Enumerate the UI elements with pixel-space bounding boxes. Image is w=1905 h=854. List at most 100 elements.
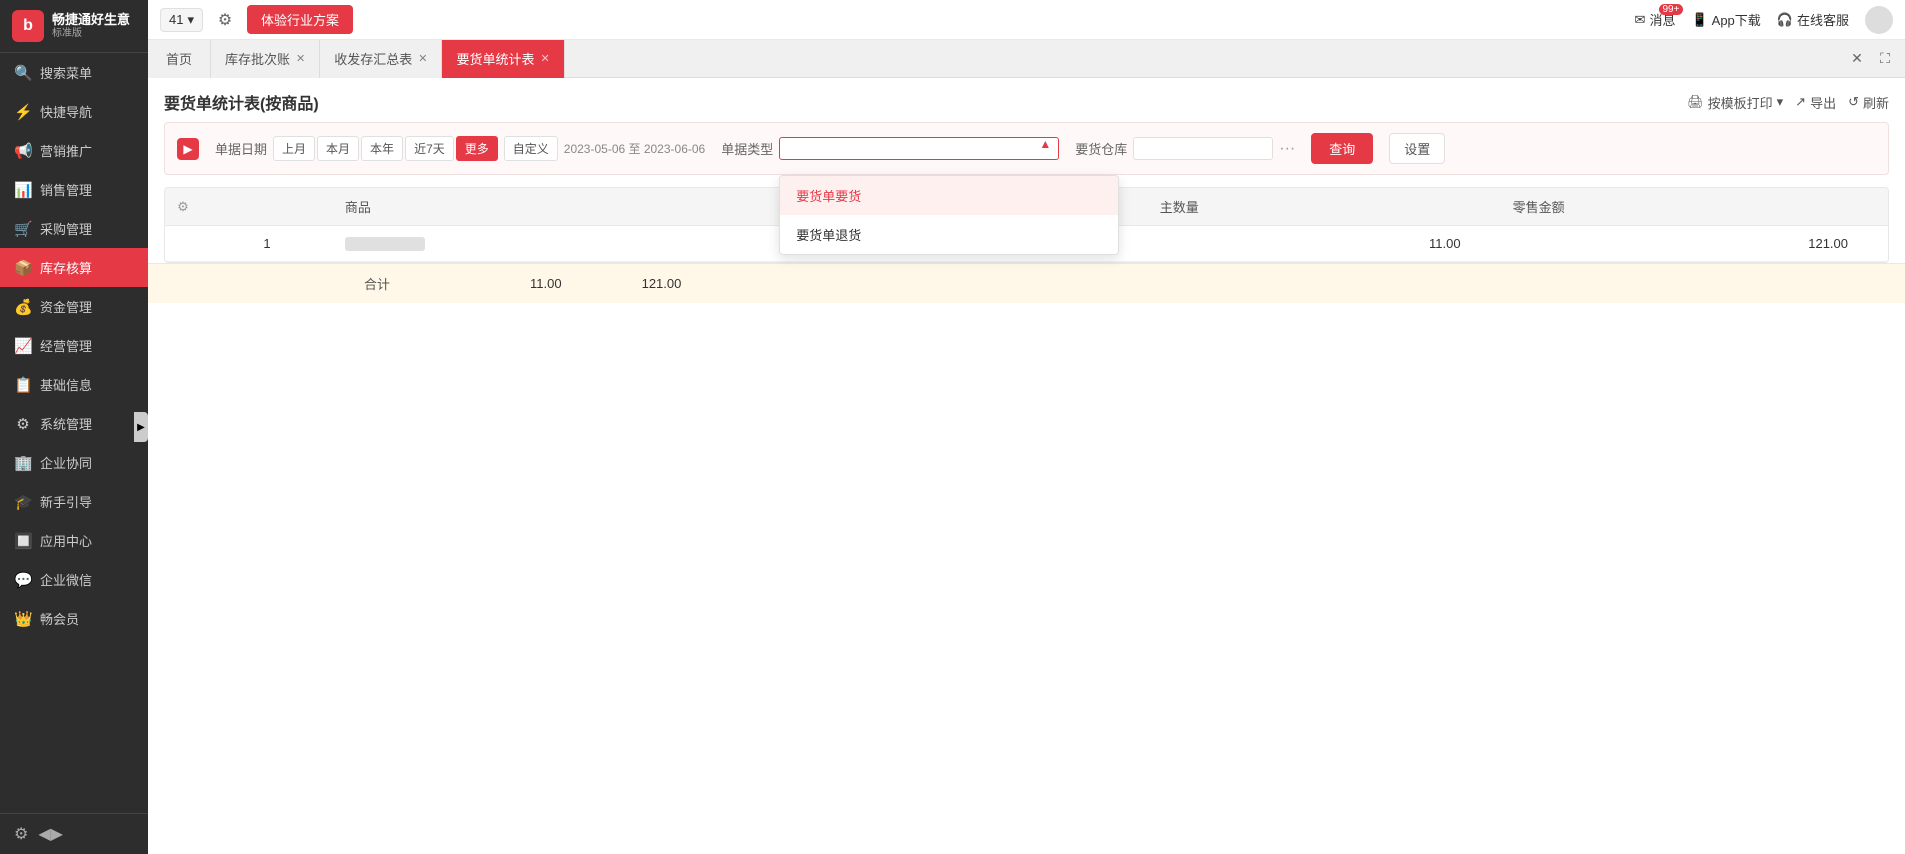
col-gear[interactable]: ⚙ xyxy=(165,188,201,226)
sidebar-item-search[interactable]: 🔍 搜索菜单 xyxy=(0,53,148,92)
sidebar-label-member: 畅会员 xyxy=(40,609,79,628)
app-logo-text: 畅捷通好生意 标准版 xyxy=(52,12,130,40)
refresh-icon: ↺ xyxy=(1848,94,1859,110)
date-filter-label: 单据日期 xyxy=(215,139,267,158)
row-amount-0: 121.00 xyxy=(1501,226,1888,262)
tab-label-home: 首页 xyxy=(166,49,192,68)
sidebar-item-system[interactable]: ⚙ 系统管理 xyxy=(0,404,148,443)
purchase-icon: 🛒 xyxy=(14,220,32,238)
app-download-item[interactable]: 📱 App下载 xyxy=(1691,10,1760,29)
filter-expand-button[interactable]: ▶ xyxy=(177,138,199,160)
topbar-settings-icon[interactable]: ⚙ xyxy=(211,6,239,34)
tab-close-recv-summary[interactable]: ✕ xyxy=(418,52,427,65)
online-service-icon: 🎧 xyxy=(1777,12,1793,28)
type-filter-label: 单据类型 xyxy=(721,139,773,158)
this-month-btn[interactable]: 本月 xyxy=(317,136,359,161)
sidebar-item-quick-nav[interactable]: ⚡ 快捷导航 xyxy=(0,92,148,131)
sidebar-bottom: ⚙ ◀▶ xyxy=(0,813,148,854)
last7-btn[interactable]: 近7天 xyxy=(405,136,454,161)
sidebar-label-marketing: 营销推广 xyxy=(40,141,92,160)
more-btn[interactable]: 更多 xyxy=(456,136,498,161)
sidebar-label-inventory: 库存核算 xyxy=(40,258,92,277)
tab-close-order-stats[interactable]: ✕ xyxy=(541,52,550,65)
warehouse-input[interactable] xyxy=(1133,137,1273,160)
this-year-btn[interactable]: 本年 xyxy=(361,136,403,161)
footer-qty: 11.00 xyxy=(530,276,562,291)
user-avatar[interactable] xyxy=(1865,6,1893,34)
search-icon: 🔍 xyxy=(14,64,32,82)
collapse-icon[interactable]: ◀▶ xyxy=(38,824,63,844)
row-gear-0[interactable] xyxy=(165,226,201,262)
sidebar-item-finance[interactable]: 💰 资金管理 xyxy=(0,287,148,326)
wechat-icon: 💬 xyxy=(14,571,32,589)
col-no xyxy=(201,188,333,226)
chevron-down-icon: ▾ xyxy=(187,12,194,28)
store-name: 41 xyxy=(169,12,183,27)
tab-close-all-btn[interactable]: ✕ xyxy=(1845,47,1869,71)
dropdown-item-yh-order[interactable]: 要货单要货 xyxy=(780,176,1118,215)
col-goods: 商品 xyxy=(333,188,772,226)
last-month-btn[interactable]: 上月 xyxy=(273,136,315,161)
message-item[interactable]: ✉ 消息 99+ xyxy=(1635,10,1676,29)
footer-label: 合计 xyxy=(364,274,390,293)
warehouse-filter-group: 要货仓库 ··· xyxy=(1075,137,1295,160)
sidebar-item-sales[interactable]: 📊 销售管理 xyxy=(0,170,148,209)
date-range-display: 2023-05-06 至 2023-06-06 xyxy=(564,140,705,157)
sidebar-item-basic[interactable]: 📋 基础信息 xyxy=(0,365,148,404)
tab-label-recv-summary: 收发存汇总表 xyxy=(334,49,412,68)
sidebar-item-ops[interactable]: 📈 经营管理 xyxy=(0,326,148,365)
sidebar-item-apps[interactable]: 🔲 应用中心 xyxy=(0,521,148,560)
industry-button[interactable]: 体验行业方案 xyxy=(247,5,353,34)
row-goods-0 xyxy=(333,226,772,262)
online-service-item[interactable]: 🎧 在线客服 xyxy=(1777,10,1849,29)
sidebar-item-guide[interactable]: 🎓 新手引导 xyxy=(0,482,148,521)
sidebar-label-purchase: 采购管理 xyxy=(40,219,92,238)
finance-icon: 💰 xyxy=(14,298,32,316)
col-amount: 零售金额 xyxy=(1501,188,1888,226)
sidebar-label-ops: 经营管理 xyxy=(40,336,92,355)
guide-icon: 🎓 xyxy=(14,493,32,511)
sidebar-nav: 🔍 搜索菜单 ⚡ 快捷导航 📢 营销推广 📊 销售管理 🛒 采购管理 📦 库存核… xyxy=(0,53,148,813)
type-select-input[interactable] xyxy=(779,137,1059,160)
sidebar-item-member[interactable]: 👑 畅会员 xyxy=(0,599,148,638)
sidebar-item-purchase[interactable]: 🛒 采购管理 xyxy=(0,209,148,248)
ops-icon: 📈 xyxy=(14,337,32,355)
custom-date-btn[interactable]: 自定义 xyxy=(504,136,558,161)
col-qty: 主数量 xyxy=(1148,188,1501,226)
dropdown-item-yh-return[interactable]: 要货单退货 xyxy=(780,215,1118,254)
sidebar-label-guide: 新手引导 xyxy=(40,492,92,511)
sidebar-item-inventory[interactable]: 📦 库存核算 xyxy=(0,248,148,287)
sidebar: b 畅捷通好生意 标准版 🔍 搜索菜单 ⚡ 快捷导航 📢 营销推广 📊 销售管理… xyxy=(0,0,148,854)
store-selector[interactable]: 41 ▾ xyxy=(160,8,203,32)
sidebar-item-marketing[interactable]: 📢 营销推广 xyxy=(0,131,148,170)
tabs-bar: 首页库存批次账 ✕收发存汇总表 ✕要货单统计表 ✕ ✕ ⛶ xyxy=(148,40,1905,78)
member-icon: 👑 xyxy=(14,610,32,628)
system-icon: ⚙ xyxy=(14,415,32,433)
filter-settings-button[interactable]: 设置 xyxy=(1389,133,1445,164)
refresh-button[interactable]: ↺ 刷新 xyxy=(1848,93,1889,112)
sidebar-item-wechat[interactable]: 💬 企业微信 xyxy=(0,560,148,599)
filter-more-icon[interactable]: ··· xyxy=(1279,140,1295,158)
tab-close-inventory-batch[interactable]: ✕ xyxy=(296,52,305,65)
tab-home[interactable]: 首页 xyxy=(148,40,211,78)
topbar-right: ✉ 消息 99+ 📱 App下载 🎧 在线客服 xyxy=(1635,6,1893,34)
export-button[interactable]: ↗ 导出 xyxy=(1795,93,1836,112)
sidebar-item-enterprise[interactable]: 🏢 企业协同 xyxy=(0,443,148,482)
tab-order-stats[interactable]: 要货单统计表 ✕ xyxy=(442,40,564,78)
apps-icon: 🔲 xyxy=(14,532,32,550)
message-badge: 99+ xyxy=(1659,4,1684,15)
page-content: 要货单统计表(按商品) 🖨 按模板打印 ▾ ↗ 导出 ↺ 刷新 ▶ xyxy=(148,78,1905,854)
query-button[interactable]: 查询 xyxy=(1311,133,1373,164)
page-header: 要货单统计表(按商品) 🖨 按模板打印 ▾ ↗ 导出 ↺ 刷新 xyxy=(148,78,1905,122)
quick-nav-icon: ⚡ xyxy=(14,103,32,121)
filter-bar: ▶ 单据日期 上月 本月 本年 近7天 更多 自定义 2023-05-06 至 … xyxy=(164,122,1889,175)
print-button[interactable]: 🖨 按模板打印 ▾ xyxy=(1687,93,1783,112)
sidebar-toggle[interactable]: ▶ xyxy=(134,412,148,442)
tab-expand-btn[interactable]: ⛶ xyxy=(1873,47,1897,71)
sales-icon: 📊 xyxy=(14,181,32,199)
tab-recv-summary[interactable]: 收发存汇总表 ✕ xyxy=(320,40,442,78)
sidebar-label-quick-nav: 快捷导航 xyxy=(40,102,92,121)
settings-icon[interactable]: ⚙ xyxy=(14,824,28,844)
date-filter-group: 单据日期 上月 本月 本年 近7天 更多 自定义 2023-05-06 至 20… xyxy=(215,136,705,161)
tab-inventory-batch[interactable]: 库存批次账 ✕ xyxy=(211,40,320,78)
